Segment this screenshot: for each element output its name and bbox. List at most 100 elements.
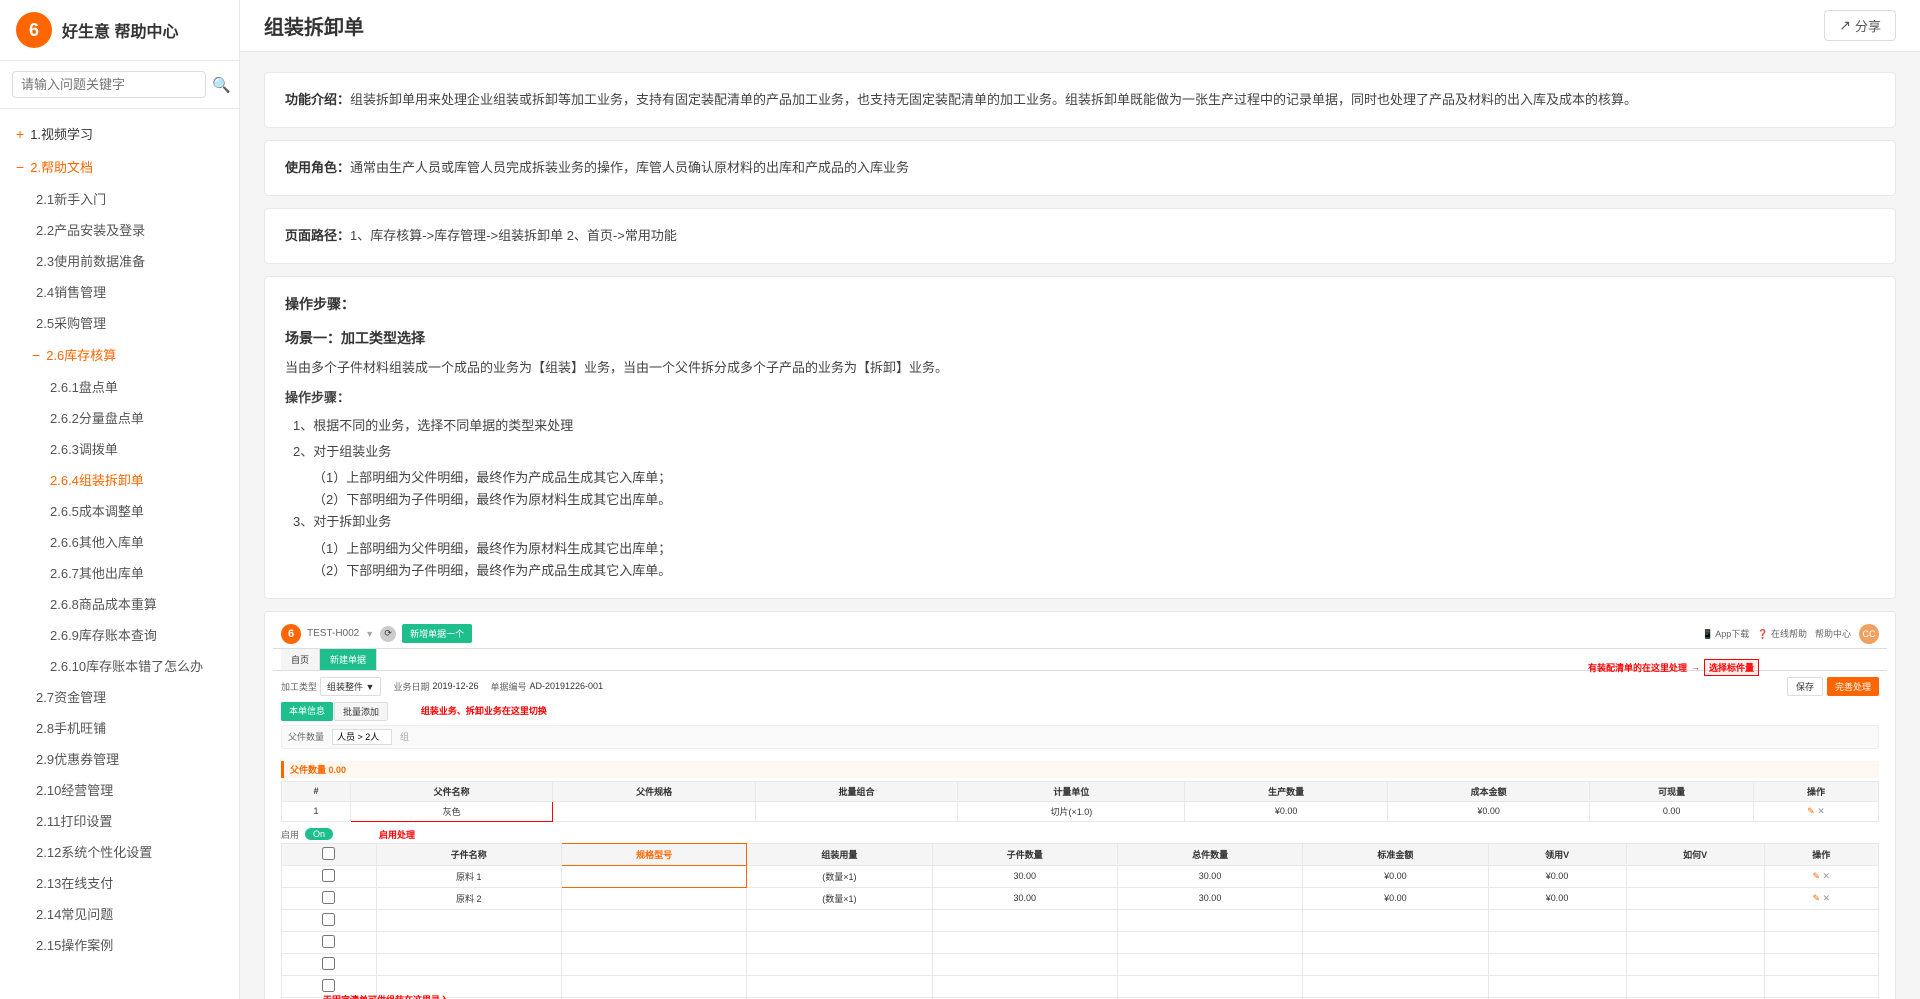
sidebar-item-payment[interactable]: 2.13在线支付 <box>0 867 239 898</box>
collapse-icon-2-6: − <box>32 347 40 363</box>
mock-child-row3-use <box>1488 909 1626 931</box>
sidebar-item-print[interactable]: 2.11打印设置 <box>0 805 239 836</box>
mock-child-row3-name <box>376 909 561 931</box>
sidebar-item-docs[interactable]: − 2.帮助文档 <box>0 150 239 183</box>
mock-row1-check[interactable] <box>322 869 335 882</box>
sidebar-item-ledger-query[interactable]: 2.6.9库存账本查询 <box>0 619 239 650</box>
mock-type-value[interactable]: 组装整件 ▼ <box>320 677 381 696</box>
mock-row-action[interactable]: ✎ ✕ <box>1754 801 1879 821</box>
mock-row2-check[interactable] <box>322 891 335 904</box>
mock-confirm-btn[interactable]: 完善处理 <box>1827 677 1879 696</box>
mock-del-icon[interactable]: ✕ <box>1817 806 1825 816</box>
mock-child-row1-action[interactable]: ✎ ✕ <box>1764 865 1878 887</box>
search-input[interactable] <box>12 71 206 98</box>
mock-child-row1-total-qty: 30.00 <box>1117 865 1302 887</box>
sidebar-item-videos[interactable]: + 1.视频学习 <box>0 117 239 150</box>
mock-annotation4-row: 启用 On 启用处理 <box>273 826 1887 843</box>
sidebar-item-finance[interactable]: 2.7资金管理 <box>0 681 239 712</box>
mock-tab-assembly[interactable]: 本单信息 <box>281 702 333 721</box>
mock-qty-input[interactable] <box>332 729 392 745</box>
mock-child-row2-action[interactable]: ✎ ✕ <box>1764 887 1878 909</box>
mock-child-row3-check <box>282 909 377 931</box>
mock-new-btn[interactable]: 新增单据一个 <box>402 624 472 643</box>
sidebar-item-cases[interactable]: 2.15操作案例 <box>0 929 239 960</box>
sidebar-item-stocktake[interactable]: 2.6.1盘点单 <box>0 371 239 402</box>
mock-avatar: CC <box>1859 624 1879 644</box>
mock-inner-tabs: 本单信息 批量添加 <box>281 702 388 721</box>
sidebar: 6 好生意 帮助中心 🔍 + 1.视频学习 − 2.帮助文档 2.1新手入门 2… <box>0 0 240 999</box>
sidebar-label-videos: 1.视频学习 <box>30 124 93 143</box>
sidebar-item-purchase[interactable]: 2.5采购管理 <box>0 307 239 338</box>
mock-row4-check[interactable] <box>322 935 335 948</box>
mock-child-row2-sub-qty: 30.00 <box>932 887 1117 909</box>
mock-child-row5-name <box>376 953 561 975</box>
sidebar-item-settings[interactable]: 2.12系统个性化设置 <box>0 836 239 867</box>
step-1: 1、根据不同的业务，选择不同单据的类型来处理 <box>293 415 1875 437</box>
sidebar-item-cost-adj[interactable]: 2.6.5成本调整单 <box>0 495 239 526</box>
scenario1-heading: 场景一：加工类型选择 <box>285 327 1875 351</box>
mock-child-row2-del-icon[interactable]: ✕ <box>1823 893 1831 903</box>
sidebar-item-faq[interactable]: 2.14常见问题 <box>0 898 239 929</box>
mock-child-table: 子件名称 规格型号 组装用量 子件数量 总件数量 标准金额 领用V 如何V 操作 <box>281 843 1879 999</box>
sidebar-item-transfer[interactable]: 2.6.3调拨单 <box>0 433 239 464</box>
mock-match-btn[interactable]: 选择标件量 <box>1704 659 1759 676</box>
sidebar-item-data-prep[interactable]: 2.3使用前数据准备 <box>0 245 239 276</box>
mock-child-row4-std-amt <box>1303 931 1488 953</box>
mock-child-row5-total-qty <box>1117 953 1302 975</box>
mock-child-row4-action <box>1764 931 1878 953</box>
search-button[interactable]: 🔍 <box>212 76 231 94</box>
sidebar-item-ops-mgmt[interactable]: 2.10经营管理 <box>0 774 239 805</box>
mock-row-cost: ¥0.00 <box>1387 801 1589 821</box>
mock-tabs-section: 本单信息 批量添加 组装业务、拆卸业务在这里切换 <box>281 702 1879 725</box>
mock-tab-batch[interactable]: 批量添加 <box>334 702 388 721</box>
sidebar-item-other-in[interactable]: 2.6.6其他入库单 <box>0 526 239 557</box>
mock-type-label: 加工类型 <box>281 680 317 693</box>
step-3: 3、对于拆卸业务 <box>293 511 1875 533</box>
mock-save-btn[interactable]: 保存 <box>1787 677 1823 696</box>
mock-child-row3-std-amt <box>1303 909 1488 931</box>
sidebar-label-inventory: 2.6库存核算 <box>46 345 116 364</box>
sidebar-item-ledger-fix[interactable]: 2.6.10库存账本错了怎么办 <box>0 650 239 681</box>
mock-select-all[interactable] <box>322 847 335 860</box>
sidebar-item-inventory[interactable]: − 2.6库存核算 <box>0 338 239 371</box>
mock-edit-icon[interactable]: ✎ <box>1807 806 1815 816</box>
sidebar-item-install[interactable]: 2.2产品安装及登录 <box>0 214 239 245</box>
mock-row-prod-qty: ¥0.00 <box>1185 801 1387 821</box>
mock-topbar-right: 📱 App下载 ❓ 在线帮助 帮助中心 CC <box>1702 624 1879 644</box>
mock-child-del-icon[interactable]: ✕ <box>1823 871 1831 881</box>
mock-child-row5-check <box>282 953 377 975</box>
mock-tab-new[interactable]: 新建单据 <box>320 649 377 670</box>
mock-enable-toggle[interactable]: On <box>305 828 333 840</box>
share-button[interactable]: ↗ 分享 <box>1824 10 1896 41</box>
sidebar-item-cost-recalc[interactable]: 2.6.8商品成本重算 <box>0 588 239 619</box>
mock-child-row3-total-qty <box>1117 909 1302 931</box>
sidebar-item-other-out[interactable]: 2.6.7其他出库单 <box>0 557 239 588</box>
mock-child-row2-edit-icon[interactable]: ✎ <box>1812 893 1820 903</box>
table-row <box>282 909 1879 931</box>
sidebar-item-mobile[interactable]: 2.8手机旺铺 <box>0 712 239 743</box>
mock-child-edit-icon[interactable]: ✎ <box>1812 871 1820 881</box>
mock-help: ❓ 在线帮助 <box>1757 627 1807 640</box>
table-row <box>282 953 1879 975</box>
step-3-sub1: （1）上部明细为父件明细，最终作为原材料生成其它出库单； <box>313 538 1875 560</box>
nav-tree: + 1.视频学习 − 2.帮助文档 2.1新手入门 2.2产品安装及登录 2.3… <box>0 109 239 999</box>
sidebar-item-partial-stocktake[interactable]: 2.6.2分量盘点单 <box>0 402 239 433</box>
sidebar-item-coupon[interactable]: 2.9优惠券管理 <box>0 743 239 774</box>
step-2-sub2: （2）下部明细为子件明细，最终作为原材料生成其它出库单。 <box>313 489 1875 511</box>
steps-list: 1、根据不同的业务，选择不同单据的类型来处理 2、对于组装业务 （1）上部明细为… <box>293 415 1875 582</box>
nav-section-1: + 1.视频学习 <box>0 117 239 150</box>
mock-row3-check[interactable] <box>322 913 335 926</box>
table-row <box>282 975 1879 997</box>
mock-child-col-use-v: 领用V <box>1488 843 1626 865</box>
mock-tab-list[interactable]: 自页 <box>281 649 320 670</box>
sidebar-item-sales[interactable]: 2.4销售管理 <box>0 276 239 307</box>
sidebar-item-newbie[interactable]: 2.1新手入门 <box>0 183 239 214</box>
mock-row6-check[interactable] <box>322 979 335 992</box>
mock-enable-label: 启用 <box>281 828 299 841</box>
mock-child-col-sub-qty: 子件数量 <box>932 843 1117 865</box>
sidebar-header: 6 好生意 帮助中心 <box>0 0 239 61</box>
mock-child-row3-assy-qty <box>747 909 932 931</box>
sidebar-item-assembly[interactable]: 2.6.4组装拆卸单 <box>0 464 239 495</box>
mock-row5-check[interactable] <box>322 957 335 970</box>
mock-child-row4-spec <box>561 931 746 953</box>
